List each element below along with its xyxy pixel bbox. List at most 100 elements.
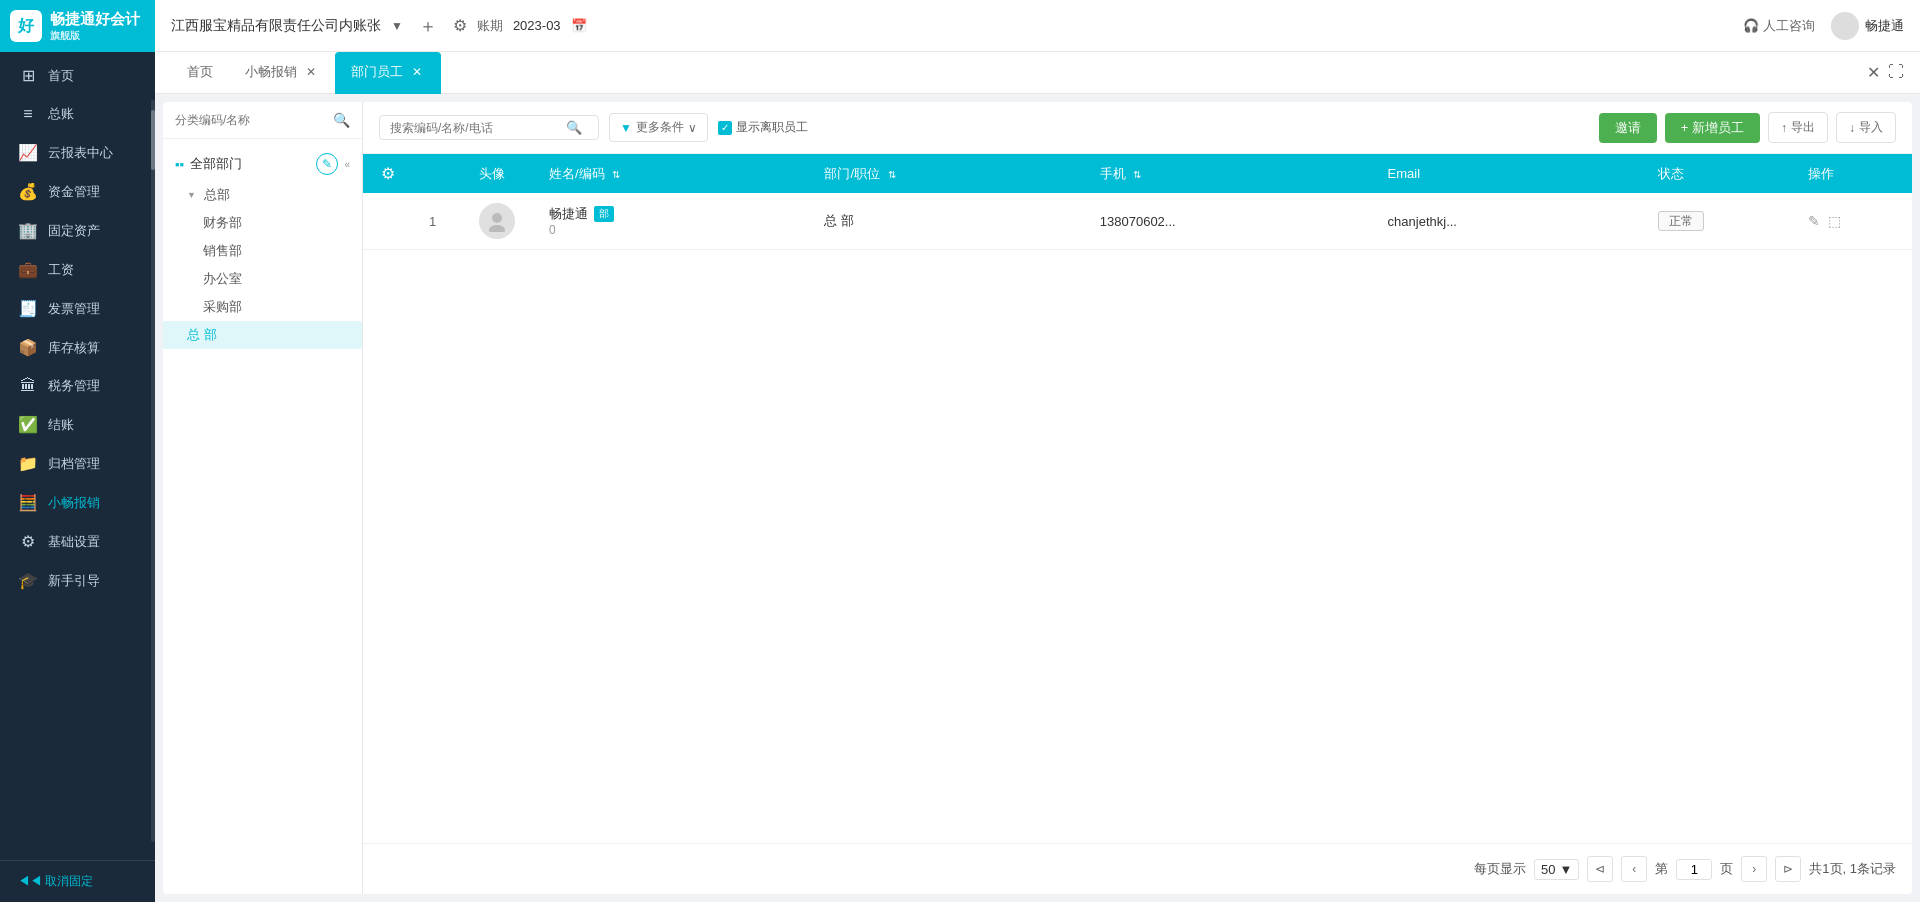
close-all-tabs-icon[interactable]: ✕ [1867, 63, 1880, 82]
dept-item-selected-zongbu[interactable]: 总 部 [163, 321, 362, 349]
user-name: 畅捷通 [1865, 17, 1904, 35]
sidebar-item-basic-settings[interactable]: ⚙ 基础设置 [0, 522, 155, 561]
dept-edit-icon[interactable]: ✎ [316, 153, 338, 175]
company-dropdown-icon[interactable]: ▼ [391, 19, 403, 33]
dept-root-all[interactable]: ▪▪ 全部部门 ✎ « [163, 147, 362, 181]
ledger-icon: ≡ [18, 105, 38, 123]
dept-item-xiaoshoubu[interactable]: 销售部 [163, 237, 362, 265]
table-settings-icon[interactable]: ⚙ [381, 165, 395, 182]
company-name[interactable]: 江西服宝精品有限责任公司内账张 [171, 17, 381, 35]
logout-icon[interactable]: ⬚ [1828, 213, 1841, 229]
action-icons: ✎ ⬚ [1808, 213, 1896, 229]
sidebar-item-general-ledger[interactable]: ≡ 总账 [0, 95, 155, 133]
svg-point-0 [492, 213, 502, 223]
sidebar-scrollbar-thumb [151, 110, 155, 170]
import-icon: ↓ [1849, 121, 1855, 135]
page-total: 共1页, 1条记录 [1809, 860, 1896, 878]
guide-icon: 🎓 [18, 571, 38, 590]
avatar [1831, 12, 1859, 40]
dept-search-input[interactable] [175, 113, 327, 127]
show-resigned-label[interactable]: ✓ 显示离职员工 [718, 119, 808, 136]
dept-collapse-icon[interactable]: « [344, 159, 350, 170]
row-phone: 138070602... [1084, 193, 1372, 250]
main-area: 江西服宝精品有限责任公司内账张 ▼ ＋ ⚙ 账期 2023-03 📅 🎧 人工咨… [155, 0, 1920, 902]
col-email: Email [1372, 154, 1642, 193]
pagination: 每页显示 50 ▼ ⊲ ‹ 第 页 › ⊳ 共1页, 1条记录 [363, 843, 1912, 894]
tab-home[interactable]: 首页 [171, 52, 229, 94]
col-phone[interactable]: 手机 ⇅ [1084, 154, 1372, 193]
dept-item-caiwubu[interactable]: 财务部 [163, 209, 362, 237]
prev-page-button[interactable]: ‹ [1621, 856, 1647, 882]
expand-icon[interactable]: ⛶ [1888, 63, 1904, 82]
invoice-icon: 🧾 [18, 299, 38, 318]
sidebar-item-reports[interactable]: 📈 云报表中心 [0, 133, 155, 172]
checkout-icon: ✅ [18, 415, 38, 434]
dept-search-icon[interactable]: 🔍 [333, 112, 350, 128]
invite-button[interactable]: 邀请 [1599, 113, 1657, 143]
sidebar-scrollbar[interactable] [151, 100, 155, 842]
sidebar-item-funds[interactable]: 💰 资金管理 [0, 172, 155, 211]
next-page-button[interactable]: › [1741, 856, 1767, 882]
sidebar-item-checkout[interactable]: ✅ 结账 [0, 405, 155, 444]
headset-icon: 🎧 [1743, 18, 1759, 33]
row-actions: ✎ ⬚ [1792, 193, 1912, 250]
table-row: 1 畅捷通 部 0 总 部 138070602... chanjethkj... [363, 193, 1912, 250]
dropdown-arrow-icon: ∨ [688, 121, 697, 135]
add-account-button[interactable]: ＋ [413, 14, 443, 38]
col-settings[interactable]: ⚙ [363, 154, 413, 193]
calendar-icon[interactable]: 📅 [571, 18, 587, 33]
page-number-input[interactable] [1676, 859, 1712, 880]
employee-code: 0 [549, 223, 792, 237]
support-button[interactable]: 🎧 人工咨询 [1743, 17, 1815, 35]
sidebar-item-home[interactable]: ⊞ 首页 [0, 56, 155, 95]
page-size-dropdown-icon: ▼ [1559, 862, 1572, 877]
col-actions: 操作 [1792, 154, 1912, 193]
first-page-button[interactable]: ⊲ [1587, 856, 1613, 882]
last-page-button[interactable]: ⊳ [1775, 856, 1801, 882]
col-status: 状态 [1642, 154, 1792, 193]
sidebar-item-invoice[interactable]: 🧾 发票管理 [0, 289, 155, 328]
sidebar-item-tax[interactable]: 🏛 税务管理 [0, 367, 155, 405]
fixed-assets-icon: 🏢 [18, 221, 38, 240]
department-tree: ▪▪ 全部部门 ✎ « 总部 财务部 销售部 办公室 [163, 139, 362, 894]
user-area[interactable]: 畅捷通 [1831, 12, 1904, 40]
edit-icon[interactable]: ✎ [1808, 213, 1820, 229]
page-size-select[interactable]: 50 ▼ [1534, 859, 1579, 880]
dept-item-bangongshi[interactable]: 办公室 [163, 265, 362, 293]
status-badge: 正常 [1658, 211, 1704, 231]
account-settings-icon[interactable]: ⚙ [453, 16, 467, 35]
col-dept-position[interactable]: 部门/职位 ⇅ [808, 154, 1083, 193]
row-status: 正常 [1642, 193, 1792, 250]
import-button[interactable]: ↓ 导入 [1836, 112, 1896, 143]
more-filter-button[interactable]: ▼ 更多条件 ∨ [609, 113, 708, 142]
avatar [479, 203, 515, 239]
row-dept-position: 总 部 [808, 193, 1083, 250]
tab-close-bumenemployee[interactable]: ✕ [409, 64, 425, 80]
employee-search-icon[interactable]: 🔍 [566, 120, 582, 135]
sidebar-item-salary[interactable]: 💼 工资 [0, 250, 155, 289]
baoxiao-icon: 🧮 [18, 493, 38, 512]
tab-xiaochangbaoxiao[interactable]: 小畅报销 ✕ [229, 52, 335, 94]
show-resigned-checkbox[interactable]: ✓ [718, 121, 732, 135]
sidebar-item-inventory[interactable]: 📦 库存核算 [0, 328, 155, 367]
col-name-code[interactable]: 姓名/编码 ⇅ [533, 154, 808, 193]
employee-search-input[interactable] [390, 121, 560, 135]
sidebar-item-fixed-assets[interactable]: 🏢 固定资产 [0, 211, 155, 250]
sidebar: 好 畅捷通好会计 旗舰版 ⊞ 首页 ≡ 总账 📈 云报表中心 💰 资金管理 🏢 … [0, 0, 155, 902]
dept-search-box: 🔍 [163, 102, 362, 139]
add-employee-button[interactable]: + 新增员工 [1665, 113, 1760, 143]
tab-close-xiaochangbaoxiao[interactable]: ✕ [303, 64, 319, 80]
table-header-row: ⚙ 头像 姓名/编码 ⇅ 部门/职位 ⇅ [363, 154, 1912, 193]
tab-bumenemployee[interactable]: 部门员工 ✕ [335, 52, 441, 94]
sidebar-item-newbie-guide[interactable]: 🎓 新手引导 [0, 561, 155, 600]
top-header-right: 🎧 人工咨询 畅捷通 [1743, 12, 1904, 40]
export-button[interactable]: ↑ 导出 [1768, 112, 1828, 143]
logo-icon: 好 [10, 10, 42, 42]
employee-table: ⚙ 头像 姓名/编码 ⇅ 部门/职位 ⇅ [363, 154, 1912, 250]
cancel-fixed-button[interactable]: ◀◀ 取消固定 [0, 860, 155, 902]
sidebar-item-archive[interactable]: 📁 归档管理 [0, 444, 155, 483]
export-icon: ↑ [1781, 121, 1787, 135]
sidebar-item-xiaochangbaoxiao[interactable]: 🧮 小畅报销 [0, 483, 155, 522]
dept-item-zongbu[interactable]: 总部 [163, 181, 362, 209]
dept-item-caigobu[interactable]: 采购部 [163, 293, 362, 321]
